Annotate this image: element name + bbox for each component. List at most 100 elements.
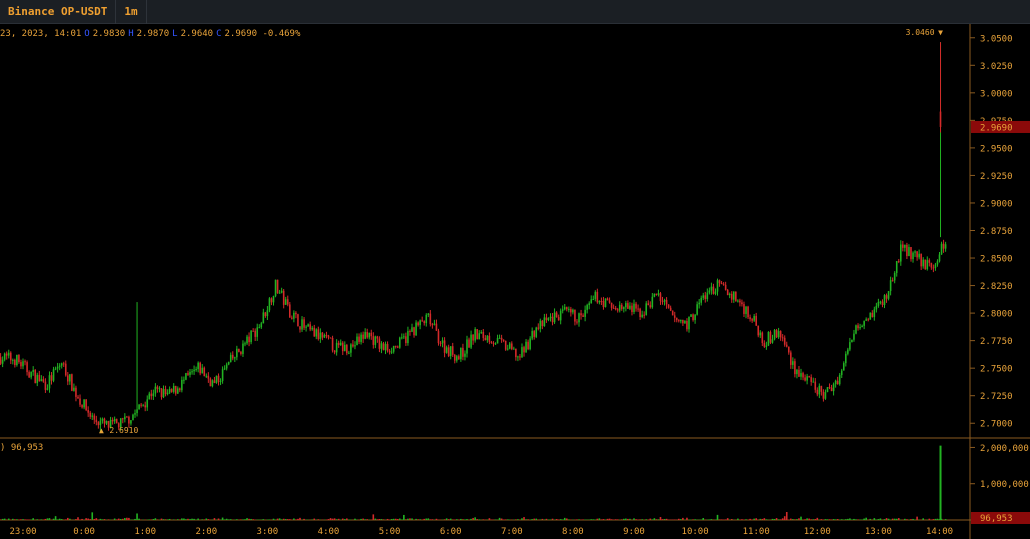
candle-body (912, 253, 914, 259)
volume-bar (821, 519, 823, 520)
candle-body (354, 345, 356, 346)
candle-body (625, 303, 627, 307)
volume-bar (652, 519, 654, 520)
volume-bar (476, 519, 478, 520)
volume-bar (157, 519, 159, 520)
volume-bar (804, 519, 806, 520)
candle-body (817, 390, 819, 395)
volume-bar (436, 519, 438, 520)
candle-body (847, 350, 849, 354)
volume-bar (4, 519, 6, 520)
candle-body (523, 347, 525, 352)
candle-body (924, 260, 926, 269)
volume-bar (246, 518, 248, 520)
candle-body (434, 324, 436, 325)
candle-body (794, 361, 796, 374)
candle-body (87, 410, 89, 413)
candle-body (788, 347, 790, 353)
volume-bar (680, 519, 682, 520)
volume-bar (841, 519, 843, 520)
candle-body (399, 338, 401, 348)
candle-body (876, 306, 878, 309)
volume-bar (888, 519, 890, 520)
volume-bar (36, 519, 38, 520)
candle-body (403, 336, 405, 337)
volume-bar (148, 519, 150, 520)
candle-body (324, 335, 326, 338)
candle-body (460, 348, 462, 359)
volume-bar (244, 519, 246, 520)
candle-body (140, 405, 142, 406)
candle-body (344, 345, 346, 351)
volume-bar (456, 519, 458, 520)
volume-bar (248, 519, 250, 520)
candle-body (656, 294, 658, 295)
volume-bar (366, 519, 368, 520)
candle-body (582, 315, 584, 317)
volume-bar (91, 512, 93, 520)
candle-body (100, 421, 102, 425)
price-tick-label: 2.8500 (980, 255, 1013, 265)
candle-body (580, 313, 582, 315)
candle-body (533, 331, 535, 337)
candle-body (521, 347, 523, 357)
volume-bar (122, 519, 124, 520)
candle-body (81, 405, 83, 408)
candle-body (753, 316, 755, 321)
candle-body (248, 337, 250, 342)
volume-bar (562, 519, 564, 520)
candle-body (552, 317, 554, 322)
volume-bar (285, 519, 287, 520)
candle-body (941, 244, 943, 255)
volume-bar (185, 519, 187, 520)
time-tick-label: 0:00 (73, 527, 95, 537)
candle-body (910, 247, 912, 259)
candle-body (352, 344, 354, 346)
candle-body (201, 368, 203, 373)
volume-bar (49, 518, 51, 520)
candle-body (285, 299, 287, 305)
volume-bar (401, 519, 403, 520)
candle-body (226, 364, 228, 368)
volume-bar (478, 519, 480, 520)
candle-body (902, 245, 904, 248)
candle-body (540, 321, 542, 329)
candle-body (605, 298, 607, 307)
candlestick-chart[interactable]: 3.05003.02503.00002.97502.95002.92502.90… (0, 0, 1030, 539)
candle-body (136, 409, 138, 413)
candle-body (603, 301, 605, 307)
candle-body (157, 387, 159, 389)
candle-body (311, 328, 313, 330)
candle-body (293, 313, 295, 319)
volume-bar (810, 519, 812, 520)
candle-body (358, 337, 360, 342)
volume-bar (627, 519, 629, 520)
candle-body (28, 372, 30, 377)
volume-bar (191, 519, 193, 520)
candle-body (350, 344, 352, 352)
candle-body (377, 336, 379, 338)
candle-body (368, 333, 370, 338)
volume-bar (228, 519, 230, 520)
candle-body (373, 336, 375, 345)
volume-bar (772, 519, 774, 520)
candle-body (776, 330, 778, 337)
candle-body (14, 360, 16, 365)
candle-body (218, 376, 220, 382)
volume-bar (692, 519, 694, 520)
candle-body (413, 327, 415, 335)
candle-body (631, 306, 633, 312)
candle-body (550, 317, 552, 318)
candle-body (696, 304, 698, 314)
volume-bar (922, 518, 924, 520)
candle-body (30, 372, 32, 377)
volume-bar (252, 519, 254, 520)
candle-body (67, 375, 69, 381)
volume-bar (741, 519, 743, 520)
candle-body (784, 338, 786, 345)
volume-bar (89, 519, 91, 520)
candle-body (203, 368, 205, 376)
candle-body (627, 303, 629, 309)
time-tick-label: 7:00 (501, 527, 523, 537)
volume-bar (75, 519, 77, 520)
